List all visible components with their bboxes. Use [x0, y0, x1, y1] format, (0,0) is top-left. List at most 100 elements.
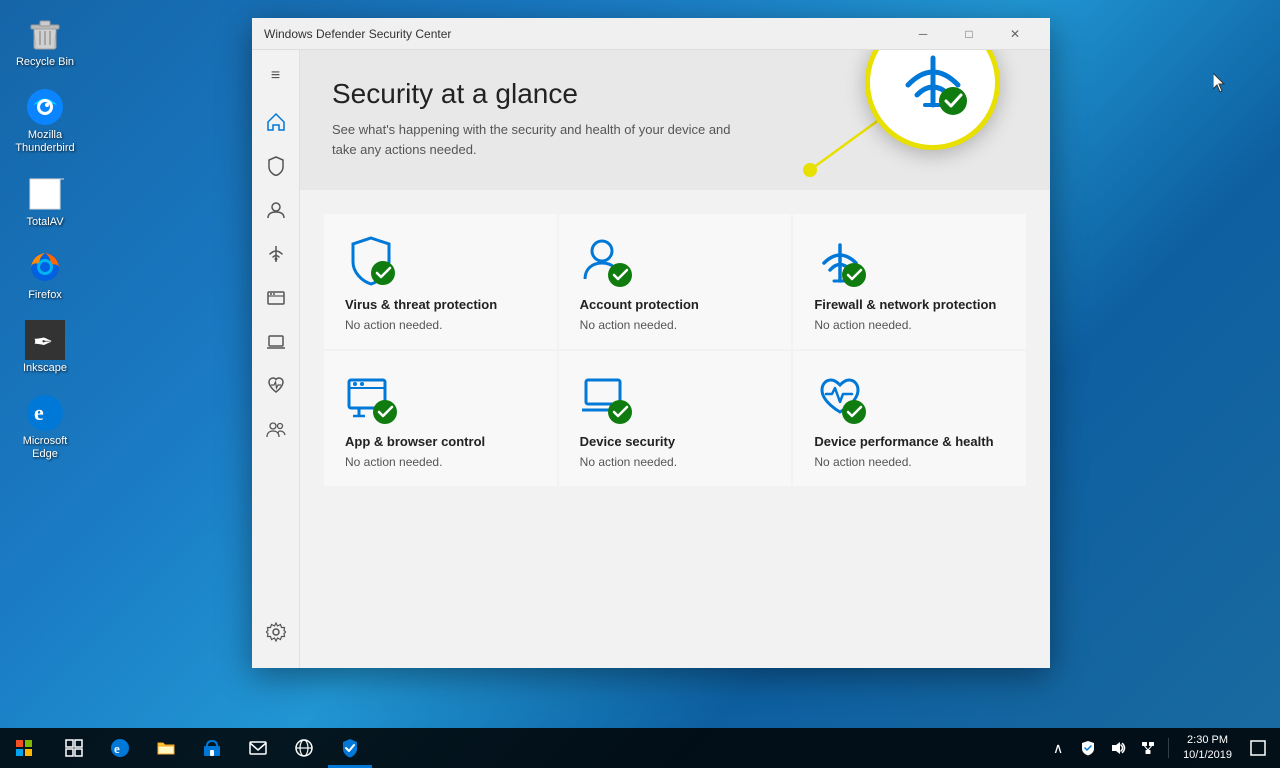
card-status-device-health: No action needed. [814, 455, 1005, 469]
card-title-virus: Virus & threat protection [345, 297, 536, 314]
edge-icon-desktop: e [25, 393, 65, 433]
desktop-icon-firefox[interactable]: Firefox [10, 243, 80, 306]
defender-tray-icon [1080, 740, 1096, 756]
wifi-nav-icon [266, 244, 286, 264]
sidebar-item-health[interactable] [256, 366, 296, 406]
sidebar-item-firewall[interactable] [256, 234, 296, 274]
family-nav-icon [266, 420, 286, 440]
person-nav-icon [266, 200, 286, 220]
card-title-browser: App & browser control [345, 434, 536, 451]
desktop-icon-recycle-bin[interactable]: Recycle Bin [10, 10, 80, 73]
hamburger-icon: ≡ [271, 67, 280, 85]
taskbar-defender[interactable] [328, 728, 372, 768]
taskbar-edge[interactable]: e [98, 728, 142, 768]
browser-nav-icon [266, 288, 286, 308]
notification-icon [1250, 740, 1266, 756]
taskbar-clock[interactable]: 2:30 PM 10/1/2019 [1175, 728, 1240, 768]
sidebar-nav [252, 102, 299, 612]
recycle-bin-icon [25, 14, 65, 54]
settings-icon [266, 622, 286, 642]
taskbar-browser[interactable] [282, 728, 326, 768]
minimize-button[interactable]: ─ [900, 18, 946, 50]
network-icon [1140, 740, 1156, 756]
desktop-icon-edge[interactable]: e MicrosoftEdge [10, 389, 80, 465]
edge-taskbar-icon: e [110, 738, 130, 758]
cards-grid: Virus & threat protection No action need… [300, 190, 1050, 510]
home-icon [266, 112, 286, 132]
chevron-up-icon: ∧ [1053, 740, 1063, 757]
tray-volume[interactable] [1104, 728, 1132, 768]
totalav-icon [25, 174, 65, 214]
taskbar-items: e [48, 728, 376, 768]
main-content: Security at a glance See what's happenin… [300, 50, 1050, 668]
svg-text:e: e [34, 400, 44, 425]
sidebar-bottom [256, 612, 296, 660]
tray-chevron[interactable]: ∧ [1044, 728, 1072, 768]
window-titlebar: Windows Defender Security Center ─ □ ✕ [252, 18, 1050, 50]
file-explorer-icon [156, 738, 176, 758]
card-status-account: No action needed. [580, 318, 771, 332]
hero-section: Security at a glance See what's happenin… [300, 50, 1050, 190]
tray-divider [1168, 738, 1169, 758]
window-title: Windows Defender Security Center [264, 27, 900, 41]
card-account-protection[interactable]: Account protection No action needed. [559, 214, 792, 349]
notification-button[interactable] [1244, 728, 1272, 768]
svg-text:e: e [114, 741, 120, 756]
taskbar-explorer[interactable] [144, 728, 188, 768]
sidebar-item-device[interactable] [256, 322, 296, 362]
sidebar-item-account[interactable] [256, 190, 296, 230]
desktop-icon-thunderbird[interactable]: MozillaThunderbird [10, 83, 80, 159]
hero-description: See what's happening with the security a… [332, 120, 732, 159]
clock-date: 10/1/2019 [1183, 748, 1232, 763]
taskbar-store[interactable] [190, 728, 234, 768]
shield-nav-icon [266, 156, 286, 176]
card-browser-control[interactable]: App & browser control No action needed. [324, 351, 557, 486]
start-button[interactable] [0, 728, 48, 768]
taskbar-right: ∧ [1044, 728, 1280, 768]
card-device-security[interactable]: Device security No action needed. [559, 351, 792, 486]
account-protection-icon [580, 235, 632, 287]
close-button[interactable]: ✕ [992, 18, 1038, 50]
card-title-device-health: Device performance & health [814, 434, 1005, 451]
sidebar-item-virus[interactable] [256, 146, 296, 186]
tray-defender[interactable] [1074, 728, 1102, 768]
taskbar-task-view[interactable] [52, 728, 96, 768]
sidebar-item-settings[interactable] [256, 612, 296, 652]
taskbar-mail[interactable] [236, 728, 280, 768]
window-controls: ─ □ ✕ [900, 18, 1038, 50]
card-status-browser: No action needed. [345, 455, 536, 469]
task-view-icon [65, 739, 83, 757]
thunderbird-icon [25, 87, 65, 127]
card-status-virus: No action needed. [345, 318, 536, 332]
window-body: ≡ [252, 50, 1050, 668]
card-firewall-protection[interactable]: Firewall & network protection No action … [793, 214, 1026, 349]
laptop-nav-icon [266, 332, 286, 352]
desktop-icon-totalav[interactable]: TotalAV [10, 170, 80, 233]
sidebar-menu-button[interactable]: ≡ [256, 58, 296, 94]
card-device-health[interactable]: Device performance & health No action ne… [793, 351, 1026, 486]
tray-network[interactable] [1134, 728, 1162, 768]
virus-protection-icon [345, 235, 397, 287]
volume-icon [1110, 740, 1126, 756]
totalav-label: TotalAV [26, 216, 63, 229]
device-health-icon [814, 372, 866, 424]
card-title-account: Account protection [580, 297, 771, 314]
window-sidebar: ≡ [252, 50, 300, 668]
sidebar-item-home[interactable] [256, 102, 296, 142]
taskbar-tray: ∧ [1044, 728, 1162, 768]
thunderbird-label: MozillaThunderbird [15, 129, 74, 155]
desktop-icon-inkscape[interactable]: ✒ Inkscape [10, 316, 80, 379]
card-virus-protection[interactable]: Virus & threat protection No action need… [324, 214, 557, 349]
maximize-button[interactable]: □ [946, 18, 992, 50]
sidebar-item-browser[interactable] [256, 278, 296, 318]
sidebar-item-family[interactable] [256, 410, 296, 450]
recycle-bin-label: Recycle Bin [16, 56, 74, 69]
store-icon [202, 738, 222, 758]
defender-taskbar-icon [340, 738, 360, 758]
mail-icon [248, 738, 268, 758]
firewall-protection-icon [814, 235, 866, 287]
firefox-icon [25, 247, 65, 287]
firefox-label: Firefox [28, 289, 62, 302]
edge-label: MicrosoftEdge [23, 435, 68, 461]
inkscape-icon: ✒ [25, 320, 65, 360]
